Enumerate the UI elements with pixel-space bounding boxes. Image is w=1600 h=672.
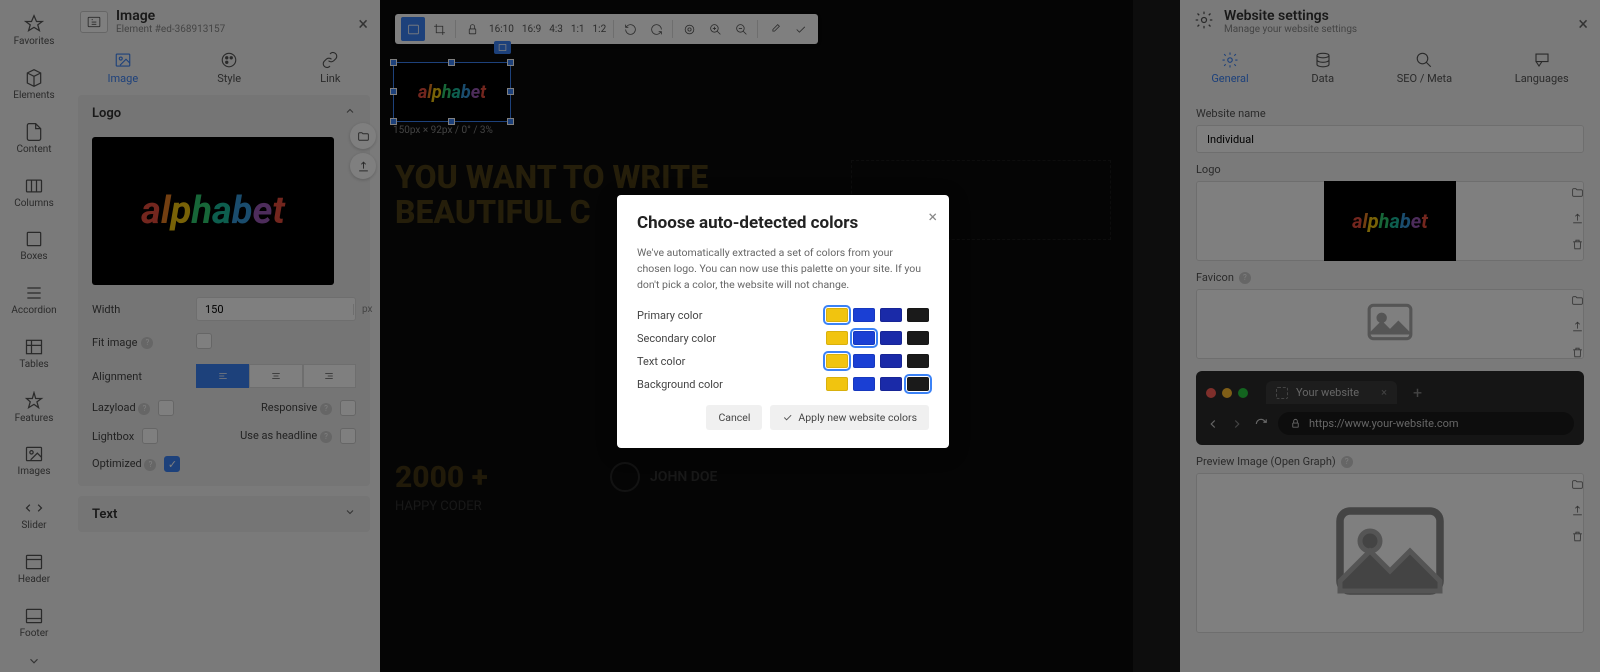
color-row: Secondary color [637, 331, 929, 345]
color-row-label: Primary color [637, 309, 702, 322]
color-row: Text color [637, 354, 929, 368]
color-swatch[interactable] [880, 308, 902, 322]
color-row-label: Secondary color [637, 332, 716, 345]
color-swatch[interactable] [880, 354, 902, 368]
color-swatch[interactable] [826, 308, 848, 322]
color-swatch[interactable] [853, 377, 875, 391]
cancel-button[interactable]: Cancel [706, 405, 762, 430]
apply-button[interactable]: Apply new website colors [770, 405, 929, 430]
color-swatch[interactable] [907, 308, 929, 322]
color-swatch[interactable] [853, 308, 875, 322]
color-swatch[interactable] [826, 377, 848, 391]
color-row: Primary color [637, 308, 929, 322]
color-swatch[interactable] [907, 377, 929, 391]
color-swatch[interactable] [907, 354, 929, 368]
modal-body: We've automatically extracted a set of c… [637, 245, 929, 292]
color-swatch[interactable] [880, 331, 902, 345]
color-row: Background color [637, 377, 929, 391]
color-swatch[interactable] [826, 331, 848, 345]
modal-close-icon[interactable]: × [928, 207, 937, 226]
color-swatch[interactable] [853, 331, 875, 345]
color-swatch[interactable] [853, 354, 875, 368]
color-row-label: Text color [637, 355, 685, 368]
color-modal: × Choose auto-detected colors We've auto… [617, 195, 949, 448]
modal-title: Choose auto-detected colors [637, 213, 929, 233]
color-swatch[interactable] [826, 354, 848, 368]
color-swatch[interactable] [907, 331, 929, 345]
color-row-label: Background color [637, 378, 723, 391]
color-swatch[interactable] [880, 377, 902, 391]
